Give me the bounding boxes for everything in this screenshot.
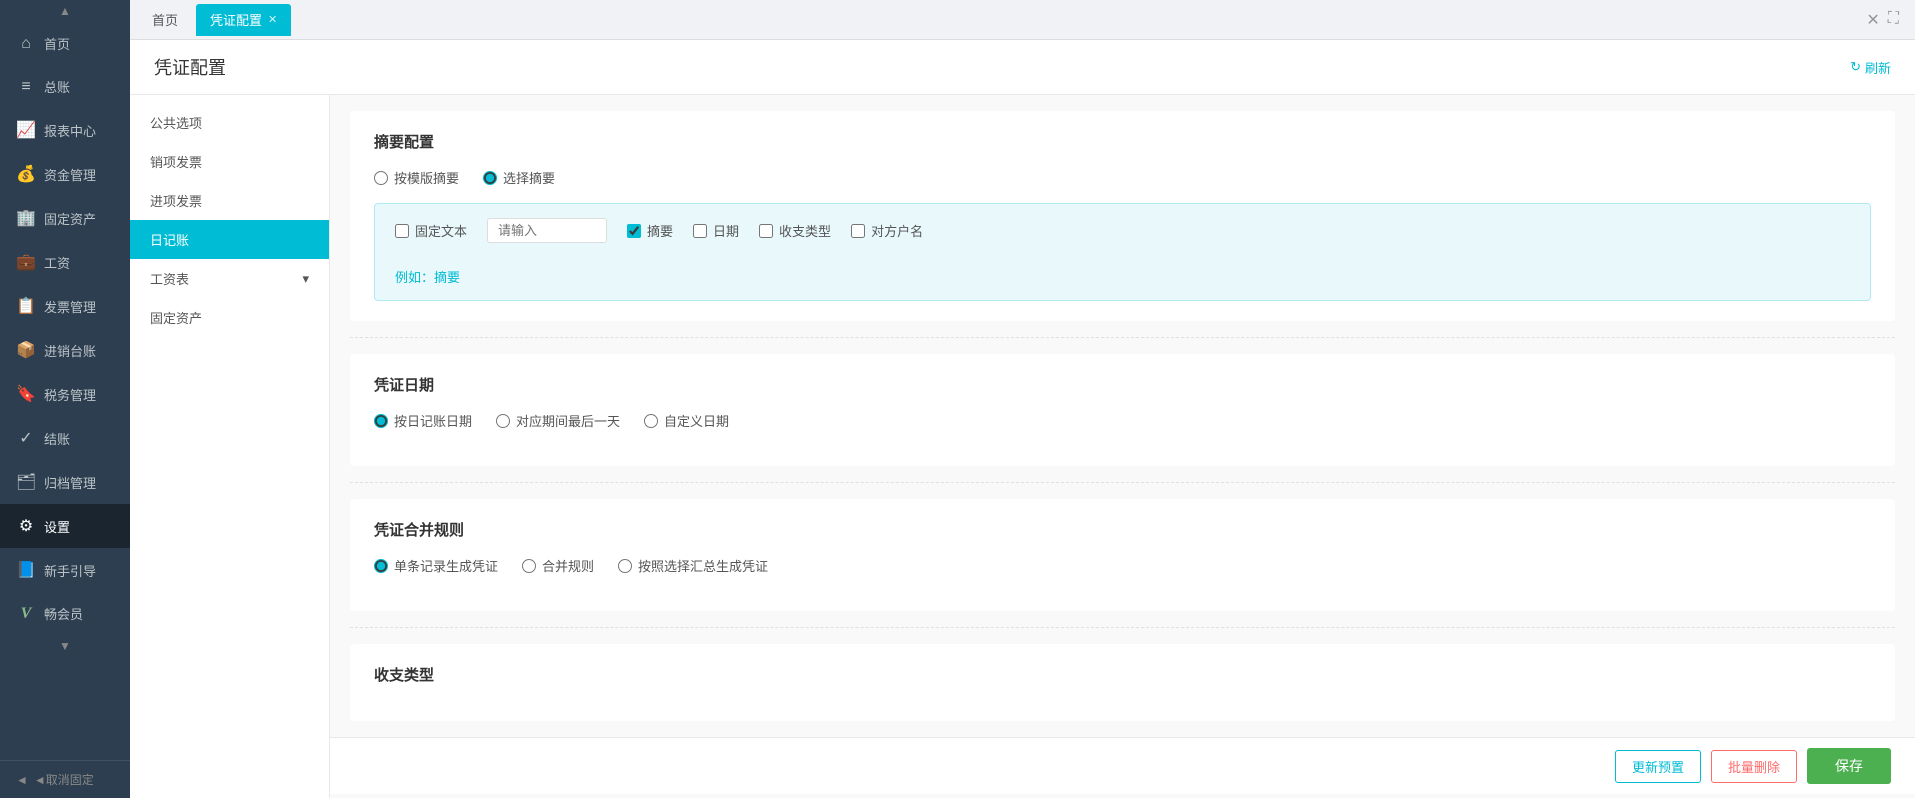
batch-delete-button[interactable]: 批量删除 [1711,750,1797,783]
left-nav: 公共选项 销项发票 进项发票 日记账 工资表 ▾ 固定资产 [130,95,330,798]
radio-last-day[interactable]: 对应期间最后一天 [496,411,620,430]
radio-journal-date[interactable]: 按日记账日期 [374,411,472,430]
checkbox-date[interactable]: 日期 [693,221,739,240]
refresh-icon: ↻ [1850,59,1861,75]
guide-icon: 📘 [16,560,36,580]
left-nav-item-sales-invoice[interactable]: 销项发票 [130,142,329,181]
sidebar-item-ledger[interactable]: ≡ 总账 [0,65,130,108]
bottom-bar: 更新预置 批量删除 保存 [330,737,1915,794]
tab-home[interactable]: 首页 [138,4,192,36]
main-area: 首页 凭证配置 ✕ ✕ ⛶ 凭证配置 ↻ 刷新 公共选项 [130,0,1915,798]
voucher-date-section: 凭证日期 按日记账日期 对应期间最后一天 自定义日期 [350,354,1895,466]
left-nav-item-payroll[interactable]: 工资表 ▾ [130,259,329,298]
divider-3 [350,627,1895,628]
divider-2 [350,482,1895,483]
checkbox-income-expense[interactable]: 收支类型 [759,221,831,240]
tab-voucher-config[interactable]: 凭证配置 ✕ [196,4,291,36]
refresh-button[interactable]: ↻ 刷新 [1850,58,1891,77]
fund-icon: 💰 [16,164,36,184]
checkbox-counterpart-name[interactable]: 对方户名 [851,221,923,240]
page-title: 凭证配置 [154,54,226,80]
sidebar-item-checkout[interactable]: ✓ 结账 [0,416,130,460]
sidebar-item-fund-management[interactable]: 💰 资金管理 [0,152,130,196]
cancel-pin-button[interactable]: ◄ ◄取消固定 [0,760,130,798]
radio-custom-date[interactable]: 自定义日期 [644,411,729,430]
invoice-icon: 📋 [16,296,36,316]
fixed-assets-icon: 🏢 [16,208,36,228]
sidebar-item-invoice[interactable]: 📋 发票管理 [0,284,130,328]
radio-summary-generate[interactable]: 按照选择汇总生成凭证 [618,556,768,575]
sidebar-item-membership[interactable]: V 畅会员 [0,592,130,635]
sidebar-item-guide[interactable]: 📘 新手引导 [0,548,130,592]
example-text: 例如：摘要 [395,270,460,285]
left-nav-item-public[interactable]: 公共选项 [130,103,329,142]
purchase-icon: 📦 [16,340,36,360]
update-preview-button[interactable]: 更新预置 [1615,750,1701,783]
voucher-date-radio-group: 按日记账日期 对应期间最后一天 自定义日期 [374,411,1871,430]
archive-icon: 🗂 [16,472,36,492]
membership-icon: V [16,605,36,623]
radio-select-summary[interactable]: 选择摘要 [483,168,555,187]
checkout-icon: ✓ [16,428,36,448]
tax-icon: 🔖 [16,384,36,404]
sidebar-item-purchase-sales[interactable]: 📦 进销台账 [0,328,130,372]
summary-config-title: 摘要配置 [374,131,1871,152]
close-window-icon[interactable]: ✕ [1866,10,1879,30]
income-expense-title: 收支类型 [374,664,1871,685]
salary-icon: 💼 [16,252,36,272]
page-header: 凭证配置 ↻ 刷新 [130,40,1915,95]
chevron-down-icon: ▾ [302,271,309,287]
summary-config-section: 摘要配置 按模版摘要 选择摘要 [350,111,1895,321]
ledger-icon: ≡ [16,78,36,96]
pin-icon: ◄ [16,773,28,787]
income-expense-section: 收支类型 [350,644,1895,721]
sidebar: ▲ ⌂ 首页 ≡ 总账 📈 报表中心 💰 资金管理 🏢 固定资产 💼 工资 📋 … [0,0,130,798]
radio-single-record[interactable]: 单条记录生成凭证 [374,556,498,575]
left-nav-item-journal[interactable]: 日记账 [130,220,329,259]
radio-template-summary[interactable]: 按模版摘要 [374,168,459,187]
voucher-date-title: 凭证日期 [374,374,1871,395]
window-controls: ✕ ⛶ [1866,10,1907,30]
settings-icon: ⚙ [16,516,36,536]
sidebar-item-fixed-assets[interactable]: 🏢 固定资产 [0,196,130,240]
sidebar-item-settings[interactable]: ⚙ 设置 [0,504,130,548]
example-row: 例如：摘要 [395,267,1850,286]
sidebar-item-tax[interactable]: 🔖 税务管理 [0,372,130,416]
right-content: 摘要配置 按模版摘要 选择摘要 [330,95,1915,798]
left-nav-item-purchase-invoice[interactable]: 进项发票 [130,181,329,220]
sidebar-item-archive[interactable]: 🗂 归档管理 [0,460,130,504]
content-wrapper: 凭证配置 ↻ 刷新 公共选项 销项发票 进项发票 日记账 [130,40,1915,798]
sidebar-item-report-center[interactable]: 📈 报表中心 [0,108,130,152]
merge-rules-radio-group: 单条记录生成凭证 合并规则 按照选择汇总生成凭证 [374,556,1871,575]
merge-rules-title: 凭证合并规则 [374,519,1871,540]
checkbox-row: 固定文本 摘要 日期 收支类型 [374,203,1871,301]
summary-radio-group: 按模版摘要 选择摘要 [374,168,1871,187]
body-layout: 公共选项 销项发票 进项发票 日记账 工资表 ▾ 固定资产 [130,95,1915,798]
checkbox-fixed-text[interactable]: 固定文本 [395,221,467,240]
divider-1 [350,337,1895,338]
sidebar-scroll-down[interactable]: ▼ [0,635,130,657]
sidebar-scroll-up[interactable]: ▲ [0,0,130,22]
tab-bar: 首页 凭证配置 ✕ ✕ ⛶ [130,0,1915,40]
merge-rules-section: 凭证合并规则 单条记录生成凭证 合并规则 按照选择汇总生成凭证 [350,499,1895,611]
sidebar-item-salary[interactable]: 💼 工资 [0,240,130,284]
save-button[interactable]: 保存 [1807,748,1891,784]
maximize-window-icon[interactable]: ⛶ [1888,10,1899,30]
fixed-text-input[interactable] [487,218,607,243]
tab-close-icon[interactable]: ✕ [268,13,277,26]
sidebar-item-home[interactable]: ⌂ 首页 [0,22,130,65]
radio-merge-rule[interactable]: 合并规则 [522,556,594,575]
home-icon: ⌂ [16,35,36,53]
report-icon: 📈 [16,120,36,140]
checkbox-summary[interactable]: 摘要 [627,221,673,240]
left-nav-item-fixed-assets[interactable]: 固定资产 [130,298,329,337]
